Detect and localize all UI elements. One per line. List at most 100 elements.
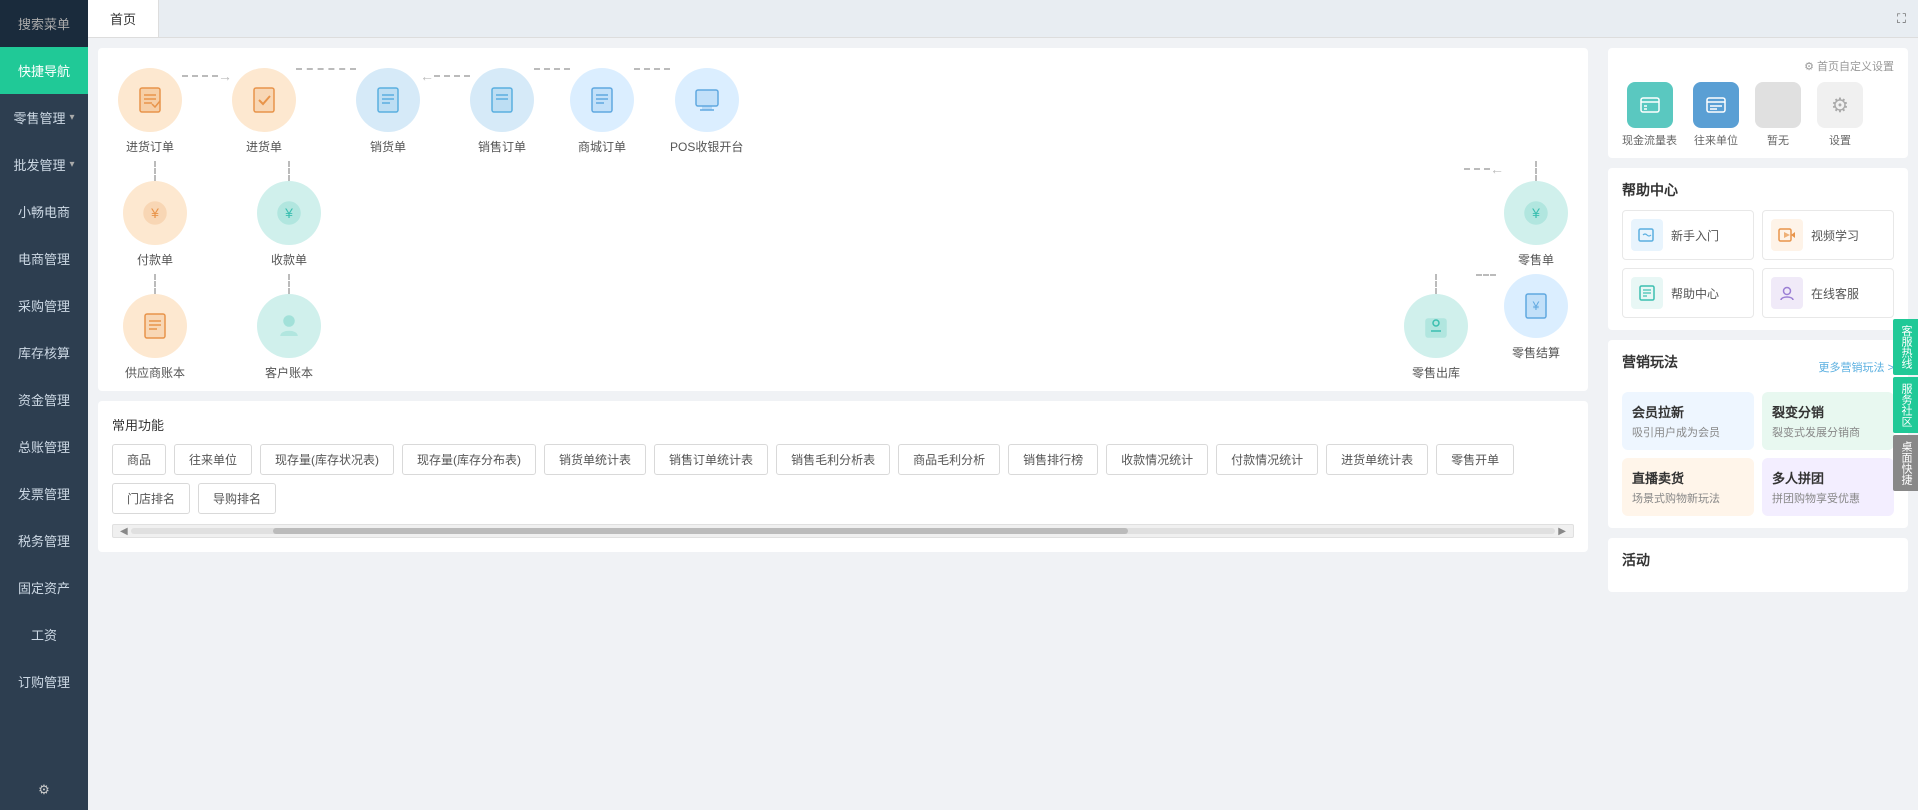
flow-diagram-card: 进货订单 → 进货单 xyxy=(98,48,1588,391)
marketing-card: 营销玩法 更多营销玩法 > 会员拉新 吸引用户成为会员 裂变分销 裂变式发展分销… xyxy=(1608,340,1908,528)
func-btn-store-rank[interactable]: 门店排名 xyxy=(112,483,190,514)
help-item-beginner[interactable]: 新手入门 xyxy=(1622,210,1754,260)
func-btn-sales-stat[interactable]: 销货单统计表 xyxy=(544,444,646,475)
chevron-icon: ▾ xyxy=(69,159,74,170)
qa-top-bar: ⚙ 首页自定义设置 xyxy=(1622,58,1894,74)
func-btn-receipt-stat[interactable]: 收款情况统计 xyxy=(1106,444,1208,475)
sidebar-item-order-mgmt[interactable]: 订购管理 xyxy=(0,658,88,705)
float-btn-community[interactable]: 服务社区 xyxy=(1893,377,1918,433)
help-grid: 新手入门 视频学习 帮助中心 xyxy=(1622,210,1894,318)
gear-icon: ⚙ xyxy=(1804,60,1814,73)
flow-item-purchase[interactable]: 进货单 xyxy=(232,68,296,155)
fullscreen-icon: ⛶ xyxy=(1897,11,1906,27)
func-btn-stock1[interactable]: 现存量(库存状况表) xyxy=(260,444,394,475)
right-panel: ⚙ 首页自定义设置 现金流量表 往来单位 xyxy=(1598,38,1918,810)
online-icon xyxy=(1771,277,1803,309)
settings-icon: ⚙ xyxy=(1817,82,1863,128)
customize-setting-btn[interactable]: ⚙ 首页自定义设置 xyxy=(1804,58,1894,74)
marketing-item-group[interactable]: 多人拼团 拼团购物享受优惠 xyxy=(1762,458,1894,516)
func-btn-payment-stat[interactable]: 付款情况统计 xyxy=(1216,444,1318,475)
main-area: 首页 ⛶ 进货订单 → xyxy=(88,0,1918,810)
flow-item-receipt[interactable]: ¥ 收款单 xyxy=(257,181,321,268)
marketing-title: 营销玩法 xyxy=(1622,352,1678,372)
help-item-help[interactable]: 帮助中心 xyxy=(1622,268,1754,318)
quick-nav-btn[interactable]: 快捷导航 xyxy=(0,47,88,94)
empty-icon xyxy=(1755,82,1801,128)
help-center-title: 帮助中心 xyxy=(1622,180,1894,200)
float-btn-service[interactable]: 客服热线 xyxy=(1893,319,1918,375)
flow-item-sales[interactable]: 销货单 xyxy=(356,68,420,155)
func-btn-stock2[interactable]: 现存量(库存分布表) xyxy=(402,444,536,475)
sidebar-item-ecom2[interactable]: 电商管理 xyxy=(0,235,88,282)
help-item-video[interactable]: 视频学习 xyxy=(1762,210,1894,260)
content-area: 进货订单 → 进货单 xyxy=(88,38,1918,810)
sidebar-settings-btn[interactable]: ⚙ xyxy=(0,770,88,810)
svg-text:¥: ¥ xyxy=(150,205,159,221)
sidebar-item-assets[interactable]: 固定资产 xyxy=(0,564,88,611)
search-menu-btn[interactable]: 搜索菜单 xyxy=(0,0,88,47)
marketing-item-fission[interactable]: 裂变分销 裂变式发展分销商 xyxy=(1762,392,1894,450)
func-btn-goods-margin[interactable]: 商品毛利分析 xyxy=(898,444,1000,475)
scroll-right-btn[interactable]: ▶ xyxy=(1555,526,1569,537)
func-btn-sales-order-stat[interactable]: 销售订单统计表 xyxy=(654,444,768,475)
help-center-card: 帮助中心 新手入门 视频学习 xyxy=(1608,168,1908,330)
flow-item-customer-book[interactable]: 客户账本 xyxy=(257,294,321,381)
marketing-item-member[interactable]: 会员拉新 吸引用户成为会员 xyxy=(1622,392,1754,450)
help-item-online[interactable]: 在线客服 xyxy=(1762,268,1894,318)
func-btn-sales-margin[interactable]: 销售毛利分析表 xyxy=(776,444,890,475)
sidebar-item-tax[interactable]: 税务管理 xyxy=(0,517,88,564)
qa-cashflow[interactable]: 现金流量表 xyxy=(1622,82,1677,148)
float-buttons: 客服热线 服务社区 桌面快捷 xyxy=(1893,319,1918,491)
sidebar-item-ledger[interactable]: 总账管理 xyxy=(0,423,88,470)
flow-item-pos[interactable]: POS收银开台 xyxy=(670,68,743,155)
quick-access-card: ⚙ 首页自定义设置 现金流量表 往来单位 xyxy=(1608,48,1908,158)
sidebar-item-ecom1[interactable]: 小畅电商 xyxy=(0,188,88,235)
func-buttons-container: 商品 往来单位 现存量(库存状况表) 现存量(库存分布表) 销货单统计表 销售订… xyxy=(112,444,1574,514)
sidebar-item-finance[interactable]: 资金管理 xyxy=(0,376,88,423)
gear-icon: ⚙ xyxy=(38,782,50,797)
flow-item-retail-order[interactable]: ¥ 零售单 xyxy=(1504,181,1568,268)
qa-settings[interactable]: ⚙ 设置 xyxy=(1817,82,1863,148)
svg-text:¥: ¥ xyxy=(284,205,293,221)
fullscreen-button[interactable]: ⛶ xyxy=(1885,0,1918,37)
common-functions-card: 常用功能 商品 往来单位 现存量(库存状况表) 现存量(库存分布表) 销货单统计… xyxy=(98,401,1588,552)
cashflow-icon xyxy=(1627,82,1673,128)
sidebar: 搜索菜单 快捷导航 零售管理 ▾ 批发管理 ▾ 小畅电商 电商管理 采购管理 库… xyxy=(0,0,88,810)
func-btn-goods[interactable]: 商品 xyxy=(112,444,166,475)
scroll-track xyxy=(131,528,1556,534)
flow-item-sales-order[interactable]: 销售订单 xyxy=(470,68,534,155)
marketing-item-live[interactable]: 直播卖货 场景式购物新玩法 xyxy=(1622,458,1754,516)
activity-title: 活动 xyxy=(1622,550,1894,570)
sidebar-item-retail[interactable]: 零售管理 ▾ xyxy=(0,94,88,141)
flow-item-supplier-book[interactable]: 供应商账本 xyxy=(123,294,187,381)
svg-text:¥: ¥ xyxy=(1532,299,1540,313)
func-btn-contacts[interactable]: 往来单位 xyxy=(174,444,252,475)
chevron-icon: ▾ xyxy=(69,112,74,123)
tab-home[interactable]: 首页 xyxy=(88,0,159,37)
sidebar-item-purchase[interactable]: 采购管理 xyxy=(0,282,88,329)
flow-item-retail-settle[interactable]: ¥ 零售结算 xyxy=(1504,274,1568,361)
flow-item-payment[interactable]: ¥ 付款单 xyxy=(123,181,187,268)
left-panel: 进货订单 → 进货单 xyxy=(88,38,1598,810)
marketing-header: 营销玩法 更多营销玩法 > xyxy=(1622,352,1894,382)
func-btn-guide-rank[interactable]: 导购排名 xyxy=(198,483,276,514)
scroll-left-btn[interactable]: ◀ xyxy=(117,526,131,537)
svg-text:¥: ¥ xyxy=(1531,205,1540,221)
tab-bar: 首页 ⛶ xyxy=(88,0,1918,38)
func-btn-purchase-stat[interactable]: 进货单统计表 xyxy=(1326,444,1428,475)
sidebar-item-wholesale[interactable]: 批发管理 ▾ xyxy=(0,141,88,188)
func-btn-sales-rank[interactable]: 销售排行榜 xyxy=(1008,444,1098,475)
flow-item-mall-order[interactable]: 商城订单 xyxy=(570,68,634,155)
qa-contacts[interactable]: 往来单位 xyxy=(1693,82,1739,148)
float-btn-desktop[interactable]: 桌面快捷 xyxy=(1893,435,1918,491)
scroll-thumb xyxy=(273,528,1128,534)
sidebar-item-inventory[interactable]: 库存核算 xyxy=(0,329,88,376)
sidebar-item-salary[interactable]: 工资 xyxy=(0,611,88,658)
flow-item-purchase-order[interactable]: 进货订单 xyxy=(118,68,182,155)
contacts-icon xyxy=(1693,82,1739,128)
func-btn-retail-order[interactable]: 零售开单 xyxy=(1436,444,1514,475)
horizontal-scrollbar[interactable]: ◀ ▶ xyxy=(112,524,1574,538)
more-marketing-link[interactable]: 更多营销玩法 > xyxy=(1819,359,1894,375)
sidebar-item-invoice[interactable]: 发票管理 xyxy=(0,470,88,517)
flow-item-retail-out[interactable]: 零售出库 xyxy=(1404,294,1468,381)
